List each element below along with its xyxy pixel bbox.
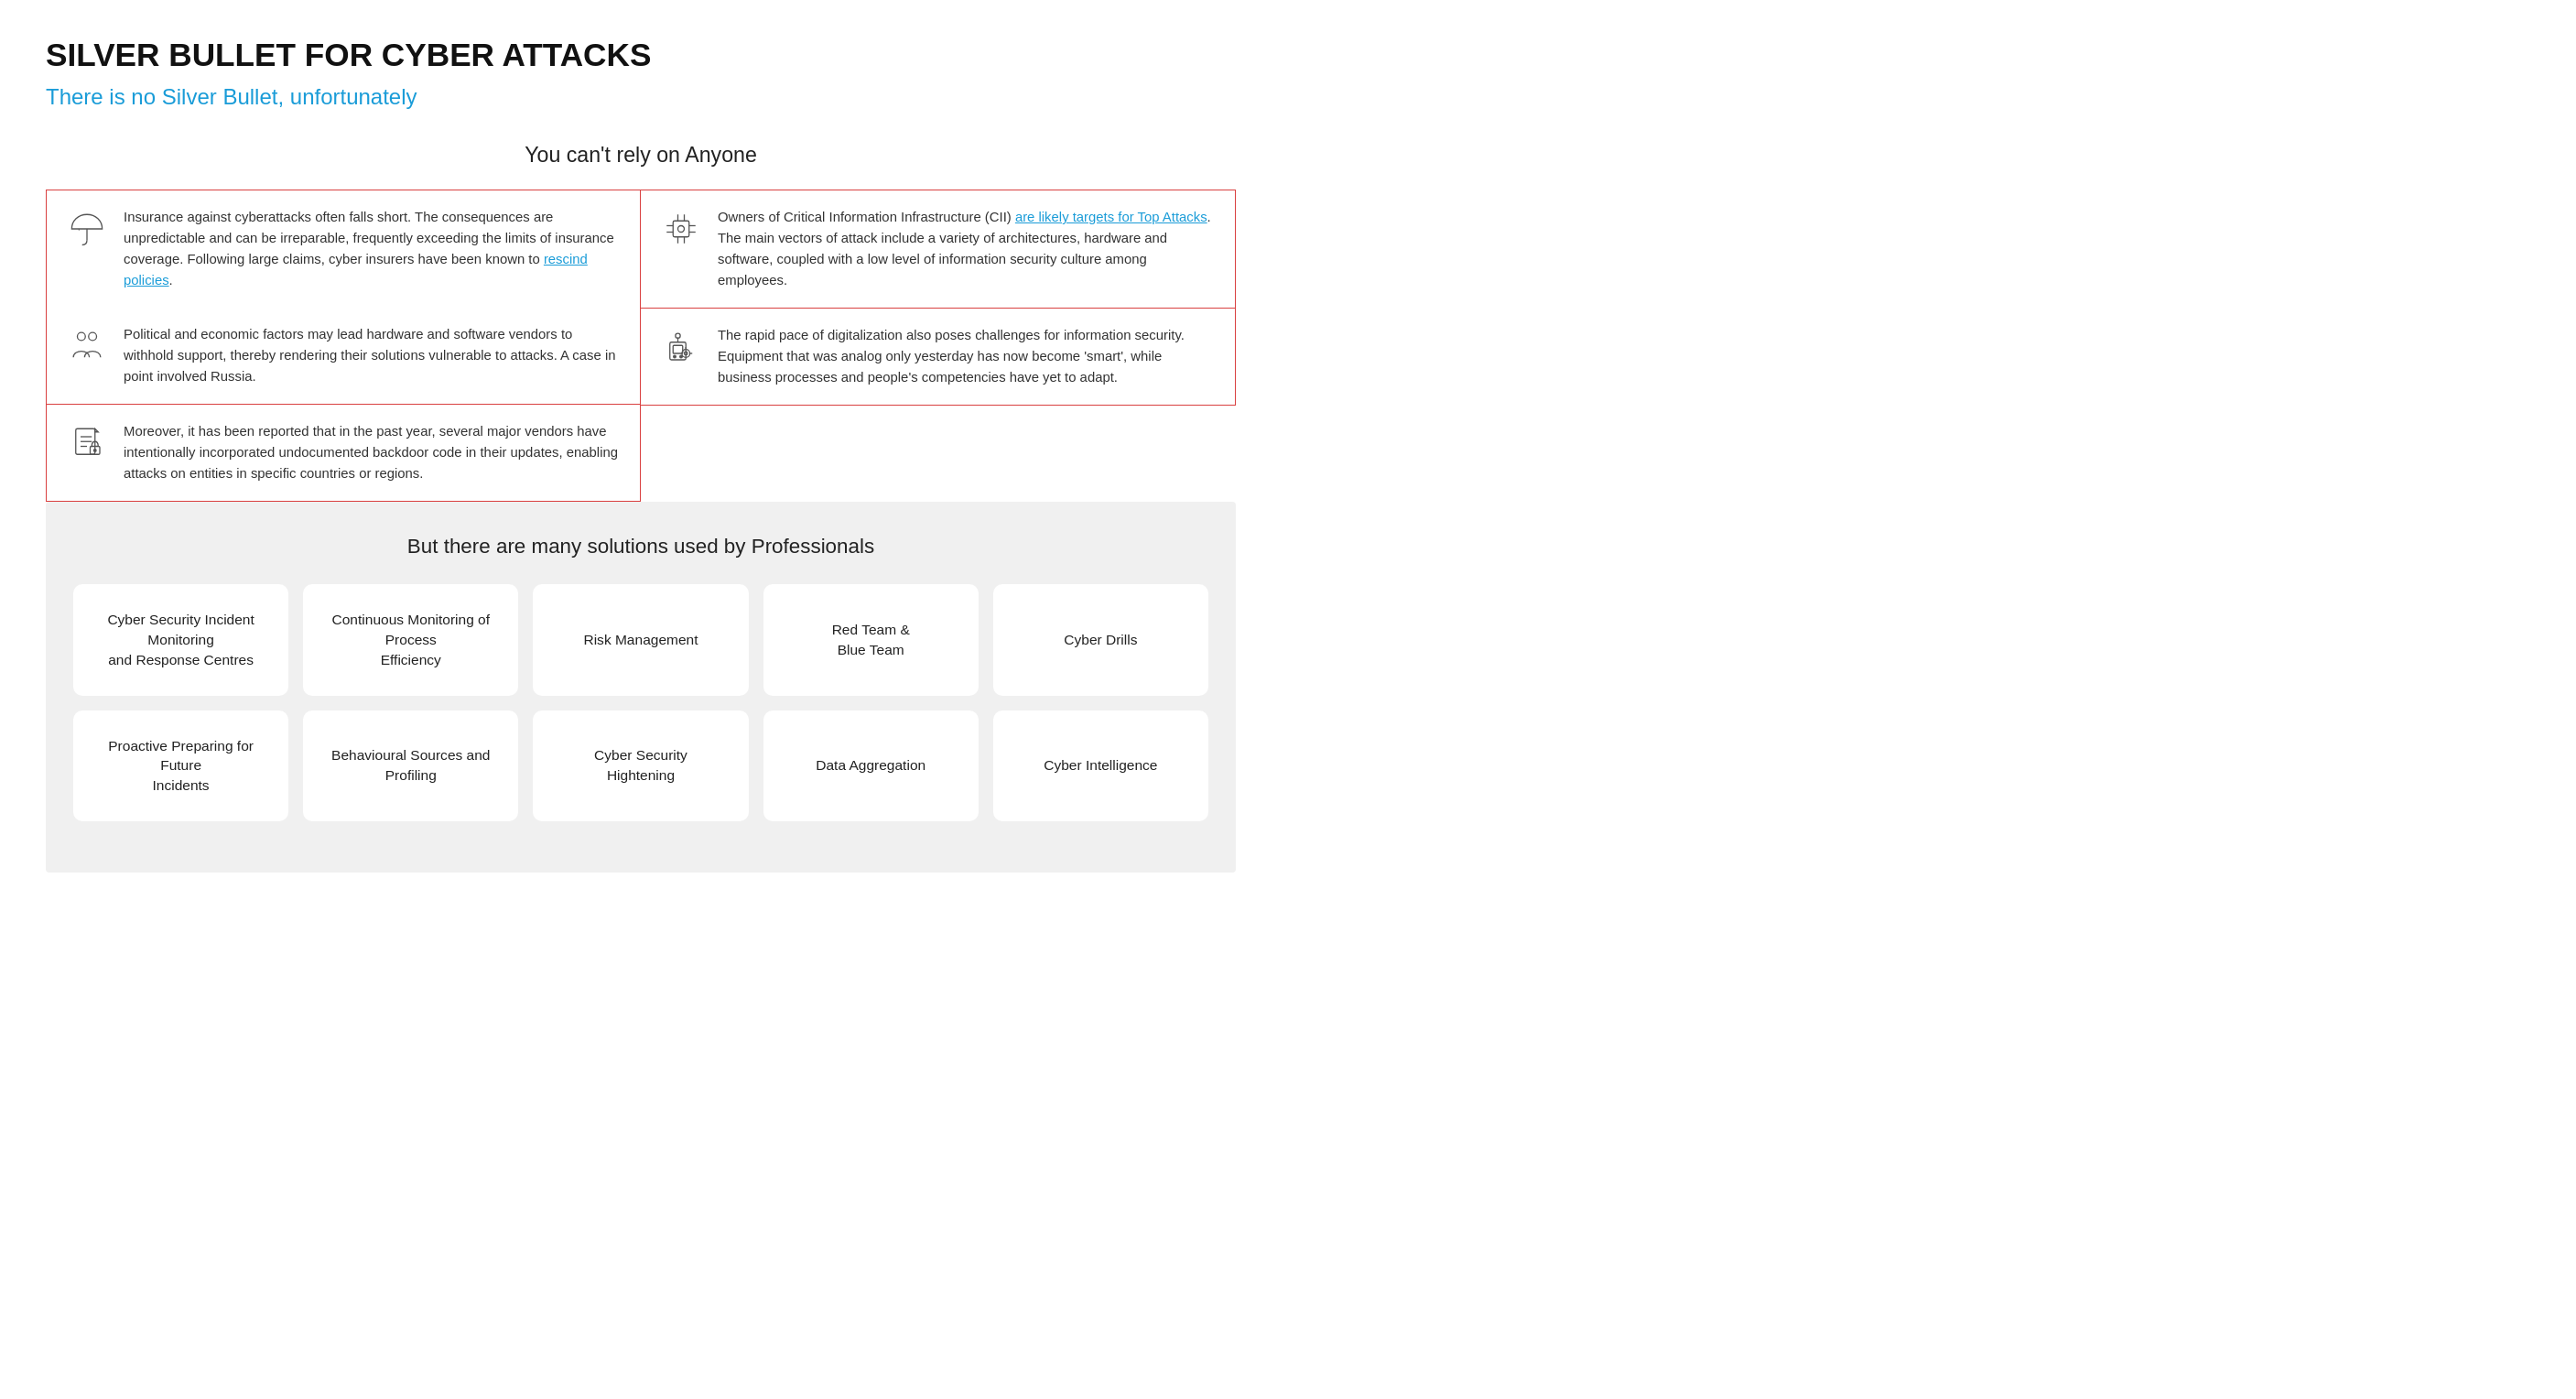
cii-card: Owners of Critical Information Infrastru… (641, 190, 1236, 309)
solution-card-9[interactable]: Data Aggregation (763, 710, 979, 821)
rescind-link[interactable]: rescind policies (124, 252, 588, 287)
robot-icon (659, 325, 703, 369)
main-title: SILVER BULLET FOR CYBER ATTACKS (46, 37, 1236, 73)
solution-card-5[interactable]: Cyber Drills (993, 584, 1208, 695)
insurance-text: Insurance against cyberattacks often fal… (124, 207, 622, 291)
solution-card-4[interactable]: Red Team & Blue Team (763, 584, 979, 695)
cii-link[interactable]: are likely targets for Top Attacks (1015, 210, 1207, 224)
solution-card-3[interactable]: Risk Management (533, 584, 748, 695)
solution-label-4: Red Team & Blue Team (832, 620, 910, 659)
svg-rect-21 (673, 345, 683, 353)
solution-label-6: Proactive Preparing for Future Incidents (88, 736, 274, 796)
solutions-section: But there are many solutions used by Pro… (46, 502, 1236, 872)
solution-card-8[interactable]: Cyber Security Hightening (533, 710, 748, 821)
solution-label-8: Cyber Security Hightening (594, 745, 687, 785)
political-text: Political and economic factors may lead … (124, 324, 622, 387)
svg-rect-10 (673, 221, 689, 237)
solution-card-1[interactable]: Cyber Security Incident Monitoring and R… (73, 584, 288, 695)
svg-point-23 (680, 355, 683, 358)
svg-point-19 (678, 226, 685, 233)
svg-point-2 (78, 332, 86, 341)
solution-label-1: Cyber Security Incident Monitoring and R… (88, 610, 274, 669)
solution-card-2[interactable]: Continuous Monitoring of Process Efficie… (303, 584, 518, 695)
digitalization-text: The rapid pace of digitalization also po… (718, 325, 1217, 388)
insurance-card: Insurance against cyberattacks often fal… (46, 190, 641, 308)
people-icon (65, 324, 109, 368)
solution-card-7[interactable]: Behavioural Sources and Profiling (303, 710, 518, 821)
solution-label-10: Cyber Intelligence (1044, 755, 1157, 775)
right-cards-column: Owners of Critical Information Infrastru… (641, 190, 1236, 502)
left-cards-column: Insurance against cyberattacks often fal… (46, 190, 641, 502)
digitalization-card: The rapid pace of digitalization also po… (641, 309, 1236, 406)
cii-text: Owners of Critical Information Infrastru… (718, 207, 1217, 291)
svg-point-22 (674, 355, 676, 358)
solutions-row-2: Proactive Preparing for Future Incidents… (73, 710, 1208, 821)
backdoor-card: Moreover, it has been reported that in t… (46, 405, 641, 502)
solutions-row-1: Cyber Security Incident Monitoring and R… (73, 584, 1208, 695)
svg-point-9 (93, 450, 96, 452)
info-cards-grid: Insurance against cyberattacks often fal… (46, 190, 1236, 502)
solution-card-6[interactable]: Proactive Preparing for Future Incidents (73, 710, 288, 821)
svg-point-3 (89, 332, 97, 341)
solution-card-10[interactable]: Cyber Intelligence (993, 710, 1208, 821)
solution-label-2: Continuous Monitoring of Process Efficie… (318, 610, 503, 669)
solution-label-9: Data Aggregation (816, 755, 925, 775)
circuit-icon (659, 207, 703, 251)
political-card: Political and economic factors may lead … (46, 308, 641, 405)
solution-label-7: Behavioural Sources and Profiling (318, 745, 503, 785)
backdoor-text: Moreover, it has been reported that in t… (124, 421, 622, 484)
subtitle: There is no Silver Bullet, unfortunately (46, 84, 1236, 110)
umbrella-icon (65, 207, 109, 251)
document-icon (65, 421, 109, 465)
solution-label-5: Cyber Drills (1064, 630, 1137, 650)
solution-label-3: Risk Management (583, 630, 698, 650)
section1-heading: You can't rely on Anyone (46, 143, 1236, 168)
solutions-heading: But there are many solutions used by Pro… (73, 535, 1208, 559)
